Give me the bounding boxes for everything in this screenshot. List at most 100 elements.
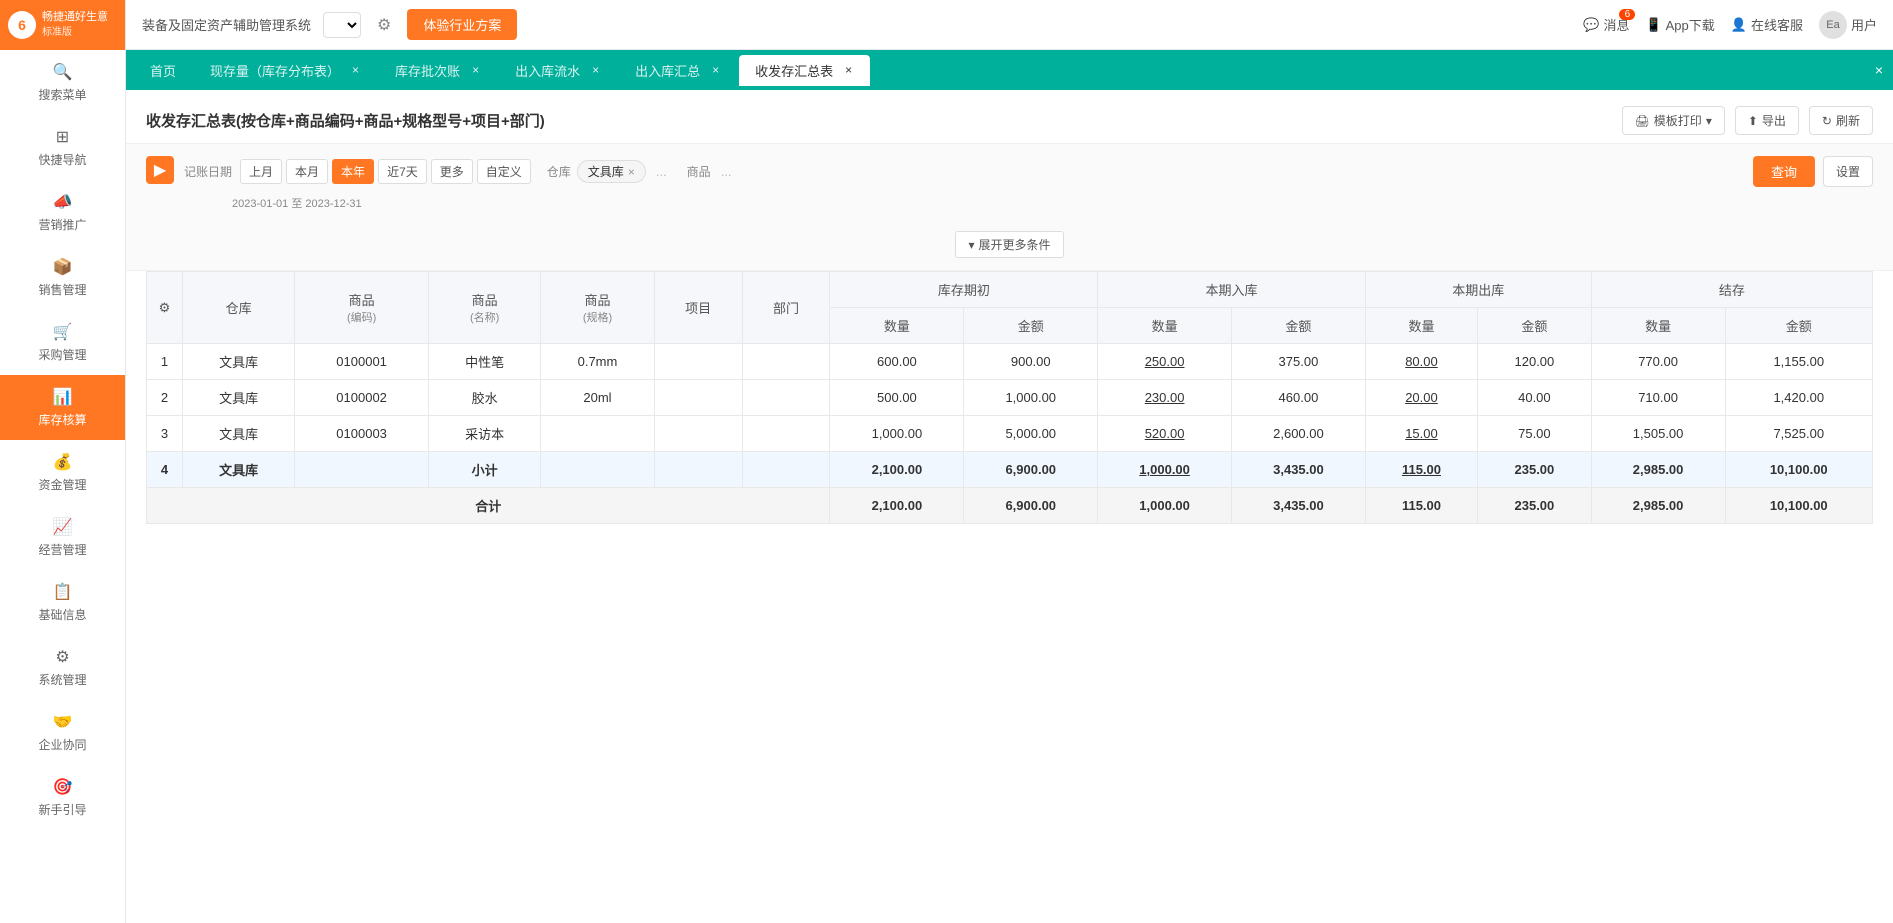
- footer-opening-qty: 2,100.00: [830, 488, 964, 524]
- cell-name-0: 中性笔: [429, 344, 541, 380]
- sidebar-item-basic-info[interactable]: 📋基础信息: [0, 570, 125, 635]
- cell-out-qty-0[interactable]: 80.00: [1365, 344, 1477, 380]
- cell-closing-amt-3: 10,100.00: [1725, 452, 1872, 488]
- tab-close-in-out-flow[interactable]: ×: [590, 63, 601, 77]
- sidebar-item-collaboration[interactable]: 🤝企业协同: [0, 700, 125, 765]
- sidebar-item-newbie[interactable]: 🎯新手引导: [0, 765, 125, 830]
- in-qty-link-2[interactable]: 520.00: [1145, 426, 1185, 441]
- tab-home[interactable]: 首页: [134, 55, 192, 86]
- online-service-item[interactable]: 👤 在线客服: [1731, 15, 1803, 34]
- message-icon: 💬: [1583, 17, 1599, 33]
- close-all-tab-button[interactable]: ×: [1873, 62, 1885, 78]
- sidebar-item-system[interactable]: ⚙系统管理: [0, 635, 125, 700]
- sub-out-qty[interactable]: 115.00: [1402, 462, 1441, 477]
- sub-in-qty[interactable]: 1,000.00: [1139, 462, 1190, 477]
- sidebar-item-search[interactable]: 🔍搜索菜单: [0, 50, 125, 115]
- cell-out-qty-2[interactable]: 15.00: [1365, 416, 1477, 452]
- col-closing-group: 结存: [1591, 272, 1872, 308]
- app-subtitle: 标准版: [42, 26, 108, 40]
- cell-seq-0: 1: [147, 344, 183, 380]
- sidebar-item-operations[interactable]: 📈经营管理: [0, 505, 125, 570]
- cell-closing-qty-2: 1,505.00: [1591, 416, 1725, 452]
- date-btn-more[interactable]: 更多: [431, 159, 473, 184]
- gear-icon[interactable]: ⚙: [377, 15, 391, 35]
- sidebar-label-marketing: 营销推广: [38, 216, 86, 233]
- cell-in-qty-2[interactable]: 520.00: [1098, 416, 1232, 452]
- cell-in-qty-1[interactable]: 230.00: [1098, 380, 1232, 416]
- settings-button[interactable]: 设置: [1823, 156, 1873, 187]
- sidebar-item-purchase[interactable]: 🛒采购管理: [0, 310, 125, 375]
- date-btn-prev-month[interactable]: 上月: [240, 159, 282, 184]
- topbar-right: 💬 消息 6 📱 App下载 👤 在线客服 Ea 用户: [1583, 11, 1877, 39]
- sidebar-item-quick-nav[interactable]: ⊞快捷导航: [0, 115, 125, 180]
- tab-inventory-dist[interactable]: 现存量（库存分布表）×: [194, 55, 377, 86]
- sidebar-label-sales: 销售管理: [38, 281, 86, 298]
- tab-in-out-summary[interactable]: 出入库汇总×: [619, 55, 737, 86]
- tab-close-inventory-dist[interactable]: ×: [350, 63, 361, 77]
- app-download-item[interactable]: 📱 App下载: [1645, 15, 1714, 34]
- date-btn-this-year[interactable]: 本年: [332, 159, 374, 184]
- date-btn-7days[interactable]: 近7天: [378, 159, 427, 184]
- sidebar-item-sales[interactable]: 📦销售管理: [0, 245, 125, 310]
- cell-spec-0: 0.7mm: [541, 344, 655, 380]
- user-item[interactable]: Ea 用户: [1819, 11, 1877, 39]
- warehouse-tag-remove[interactable]: ×: [628, 165, 635, 179]
- tab-close-in-out-summary[interactable]: ×: [710, 63, 721, 77]
- query-button[interactable]: 查询: [1753, 156, 1815, 187]
- sidebar-item-marketing[interactable]: 📣营销推广: [0, 180, 125, 245]
- footer-in-amt: 3,435.00: [1232, 488, 1366, 524]
- cell-out-qty-1[interactable]: 20.00: [1365, 380, 1477, 416]
- goods-filter-dots[interactable]: ...: [717, 164, 736, 179]
- tab-close-batch-ledger[interactable]: ×: [470, 63, 481, 77]
- col-opening-amt: 金额: [964, 308, 1098, 344]
- cell-opening-qty-3: 2,100.00: [830, 452, 964, 488]
- system-select[interactable]: [323, 12, 361, 38]
- cell-in-amt-1: 460.00: [1232, 380, 1366, 416]
- cell-dept-1: [742, 380, 830, 416]
- sidebar-label-finance: 资金管理: [38, 476, 86, 493]
- cell-spec-2: [541, 416, 655, 452]
- in-qty-link-0[interactable]: 250.00: [1145, 354, 1185, 369]
- cell-warehouse-1: 文具库: [183, 380, 295, 416]
- tab-batch-ledger[interactable]: 库存批次账×: [379, 55, 497, 86]
- sidebar-item-finance[interactable]: 💰资金管理: [0, 440, 125, 505]
- experience-button[interactable]: 体验行业方案: [407, 9, 517, 40]
- main-content: 装备及固定资产辅助管理系统 ⚙ 体验行业方案 💬 消息 6 📱 App下载 👤 …: [126, 0, 1893, 923]
- export-label: 导出: [1762, 112, 1786, 129]
- in-qty-link-1[interactable]: 230.00: [1145, 390, 1185, 405]
- cell-in-qty-0[interactable]: 250.00: [1098, 344, 1232, 380]
- date-btn-custom[interactable]: 自定义: [477, 159, 531, 184]
- refresh-button[interactable]: ↻ 刷新: [1809, 106, 1873, 135]
- filter-toggle-button[interactable]: ▶: [146, 156, 174, 184]
- inventory-icon: 📊: [53, 387, 73, 407]
- out-qty-link-1[interactable]: 20.00: [1405, 390, 1438, 405]
- cell-warehouse-0: 文具库: [183, 344, 295, 380]
- tab-in-out-flow[interactable]: 出入库流水×: [499, 55, 617, 86]
- newbie-icon: 🎯: [53, 777, 73, 797]
- tab-recv-send-summary[interactable]: 收发存汇总表×: [739, 55, 870, 86]
- table-row: 2 文具库 0100002 胶水 20ml 500.00 1,000.00 23…: [147, 380, 1873, 416]
- export-button[interactable]: ⬆ 导出: [1735, 106, 1799, 135]
- cell-in-qty-3[interactable]: 1,000.00: [1098, 452, 1232, 488]
- col-in-group: 本期入库: [1098, 272, 1366, 308]
- topbar-system-title: 装备及固定资产辅助管理系统: [142, 12, 361, 38]
- messages-item[interactable]: 💬 消息 6: [1583, 15, 1629, 34]
- cell-opening-amt-0: 900.00: [964, 344, 1098, 380]
- col-closing-amt: 金额: [1725, 308, 1872, 344]
- app-name: 畅捷通好生意: [42, 10, 108, 25]
- cell-name-1: 胶水: [429, 380, 541, 416]
- tab-close-recv-send-summary[interactable]: ×: [843, 63, 854, 77]
- date-btn-this-month[interactable]: 本月: [286, 159, 328, 184]
- warehouse-tag-text: 文具库: [588, 163, 624, 180]
- cell-seq-1: 2: [147, 380, 183, 416]
- col-settings-header[interactable]: ⚙: [147, 272, 183, 344]
- out-qty-link-0[interactable]: 80.00: [1405, 354, 1438, 369]
- out-qty-link-2[interactable]: 15.00: [1405, 426, 1438, 441]
- sidebar-item-inventory[interactable]: 📊库存核算: [0, 375, 125, 440]
- tabbar: 首页现存量（库存分布表）×库存批次账×出入库流水×出入库汇总×收发存汇总表× ×: [126, 50, 1893, 90]
- print-button[interactable]: 🖨 模板打印 ▾: [1622, 106, 1725, 135]
- date-buttons: 上月 本月 本年 近7天 更多 自定义: [240, 159, 531, 184]
- warehouse-filter-dots[interactable]: ...: [652, 164, 671, 179]
- cell-out-qty-3[interactable]: 115.00: [1365, 452, 1477, 488]
- expand-conditions-button[interactable]: ▾ 展开更多条件: [955, 231, 1063, 258]
